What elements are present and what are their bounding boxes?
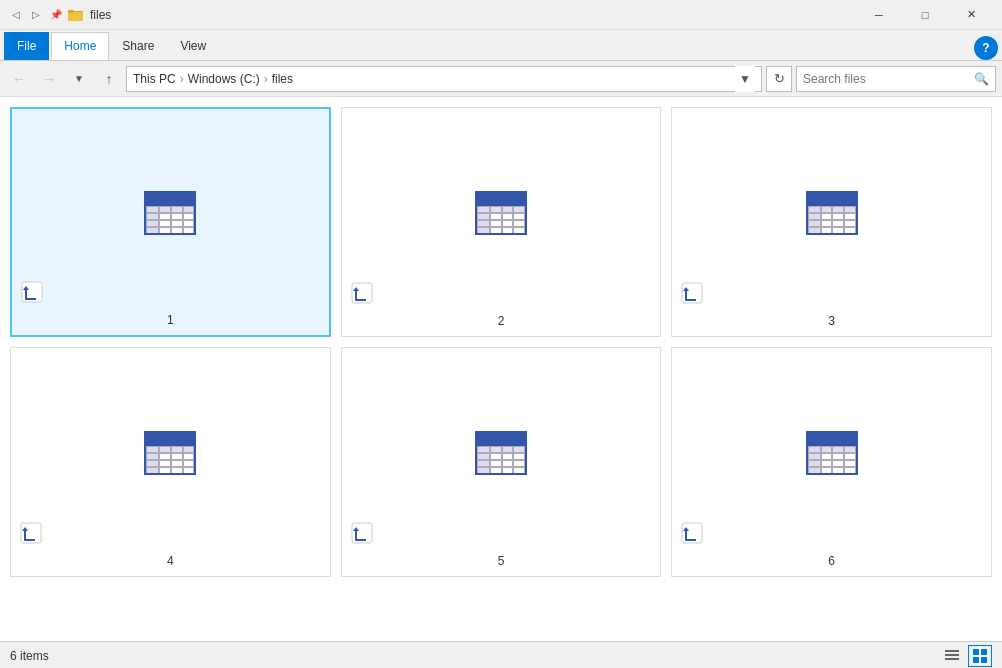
title-bar-icons: ◁ ▷ 📌 xyxy=(8,7,84,23)
file-item-6[interactable]: 6 xyxy=(671,347,992,577)
search-icon: 🔍 xyxy=(974,72,989,86)
toolbar: ← → ▼ ↑ This PC › Windows (C:) › files ▼… xyxy=(0,61,1002,97)
large-icons-view-button[interactable] xyxy=(968,645,992,667)
help-button[interactable]: ? xyxy=(974,36,998,60)
file-label-1: 1 xyxy=(167,313,174,327)
shortcut-arrow-5 xyxy=(350,521,376,550)
window-controls: ─ □ ✕ xyxy=(856,0,994,30)
file-item-5[interactable]: 5 xyxy=(341,347,662,577)
svg-rect-14 xyxy=(973,657,979,663)
svg-rect-1 xyxy=(68,12,83,21)
view-controls xyxy=(940,645,992,667)
path-drive: Windows (C:) xyxy=(188,72,260,86)
file-label-3: 3 xyxy=(828,314,835,328)
svg-rect-13 xyxy=(981,649,987,655)
details-view-button[interactable] xyxy=(940,645,964,667)
svg-rect-12 xyxy=(973,649,979,655)
separator-1: › xyxy=(180,72,184,86)
status-bar: 6 items xyxy=(0,641,1002,668)
file-preview-4 xyxy=(19,356,322,550)
file-label-5: 5 xyxy=(498,554,505,568)
address-bar[interactable]: This PC › Windows (C:) › files ▼ xyxy=(126,66,762,92)
item-count: 6 items xyxy=(10,649,49,663)
pin-icon[interactable]: 📌 xyxy=(48,7,64,23)
path-current: files xyxy=(272,72,293,86)
main-area: 1 xyxy=(0,97,1002,641)
close-button[interactable]: ✕ xyxy=(948,0,994,30)
dropdown-button[interactable]: ▼ xyxy=(66,66,92,92)
content-area: 1 xyxy=(0,97,1002,641)
search-bar[interactable]: 🔍 xyxy=(796,66,996,92)
quick-access-forward[interactable]: ▷ xyxy=(28,7,44,23)
refresh-button[interactable]: ↻ xyxy=(766,66,792,92)
svg-rect-2 xyxy=(68,10,74,13)
svg-rect-10 xyxy=(945,654,959,656)
search-input[interactable] xyxy=(803,72,970,86)
shortcut-arrow-2 xyxy=(350,281,376,310)
svg-rect-15 xyxy=(981,657,987,663)
file-item-3[interactable]: 3 xyxy=(671,107,992,337)
up-button[interactable]: ↑ xyxy=(96,66,122,92)
window-title: files xyxy=(90,8,111,22)
file-preview-1 xyxy=(20,117,321,309)
file-grid: 1 xyxy=(10,107,992,577)
quick-access-back[interactable]: ◁ xyxy=(8,7,24,23)
path-thispc: This PC xyxy=(133,72,176,86)
ribbon-tabs: File Home Share View ? xyxy=(0,30,1002,60)
ribbon: File Home Share View ? xyxy=(0,30,1002,61)
file-item-2[interactable]: 2 xyxy=(341,107,662,337)
shortcut-arrow-3 xyxy=(680,281,706,310)
svg-rect-11 xyxy=(945,658,959,660)
tab-home[interactable]: Home xyxy=(51,32,109,60)
file-item-4[interactable]: 4 xyxy=(10,347,331,577)
file-label-2: 2 xyxy=(498,314,505,328)
shortcut-arrow-4 xyxy=(19,521,45,550)
tab-share[interactable]: Share xyxy=(109,32,167,60)
svg-rect-9 xyxy=(945,650,959,652)
forward-button[interactable]: → xyxy=(36,66,62,92)
shortcut-arrow-1 xyxy=(20,280,46,309)
tab-view[interactable]: View xyxy=(167,32,219,60)
file-label-6: 6 xyxy=(828,554,835,568)
file-preview-5 xyxy=(350,356,653,550)
minimize-button[interactable]: ─ xyxy=(856,0,902,30)
file-preview-2 xyxy=(350,116,653,310)
tab-file[interactable]: File xyxy=(4,32,49,60)
file-label-4: 4 xyxy=(167,554,174,568)
maximize-button[interactable]: □ xyxy=(902,0,948,30)
separator-2: › xyxy=(264,72,268,86)
shortcut-arrow-6 xyxy=(680,521,706,550)
back-button[interactable]: ← xyxy=(6,66,32,92)
folder-icon xyxy=(68,7,84,23)
file-item-1[interactable]: 1 xyxy=(10,107,331,337)
file-preview-3 xyxy=(680,116,983,310)
address-dropdown[interactable]: ▼ xyxy=(735,66,755,92)
title-bar: ◁ ▷ 📌 files ─ □ ✕ xyxy=(0,0,1002,30)
file-preview-6 xyxy=(680,356,983,550)
